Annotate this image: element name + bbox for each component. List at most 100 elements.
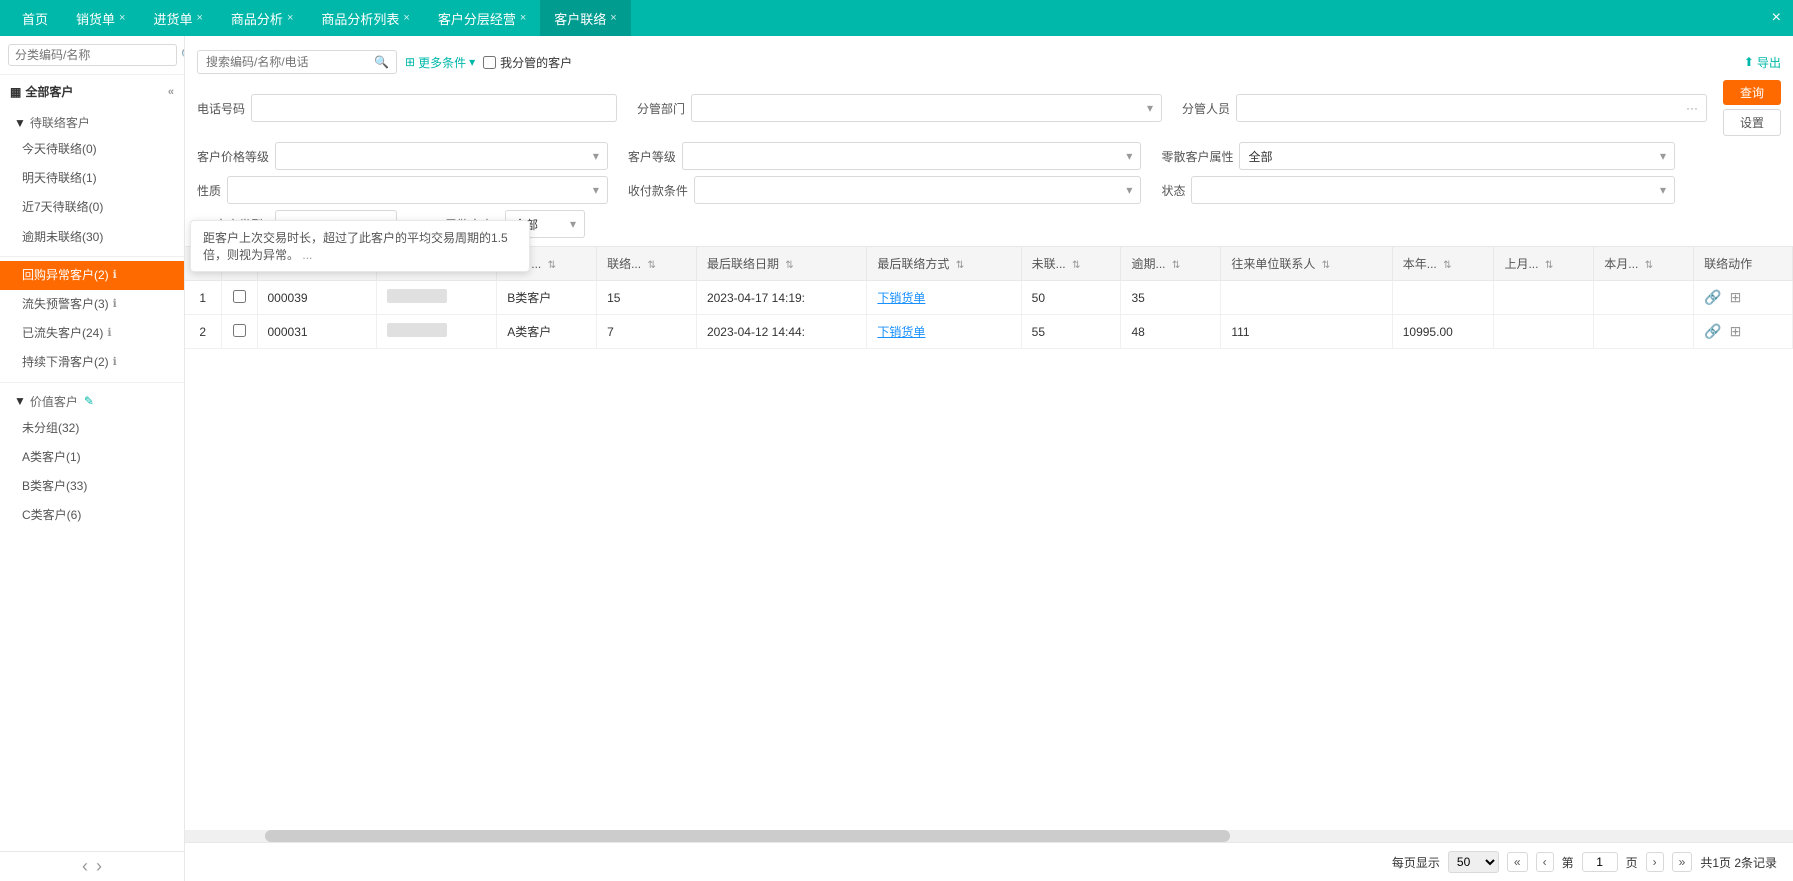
col-overdue[interactable]: 逾期... ⇅ [1121, 247, 1221, 281]
nav-customer-segment[interactable]: 客户分层经营 × [424, 0, 540, 36]
sidebar-nav-left[interactable]: ‹ [82, 856, 88, 877]
sidebar-section-pending[interactable]: ▼ 待联络客户 [0, 108, 184, 135]
next-page-btn[interactable]: › [1646, 852, 1664, 872]
sidebar-item-overdue[interactable]: 逾期未联络(30) [0, 223, 184, 252]
phone-select[interactable] [251, 94, 617, 122]
first-page-btn[interactable]: « [1507, 852, 1528, 872]
cell-method-1[interactable]: 下销货单 [867, 281, 1021, 315]
sidebar-item-today[interactable]: 今天待联络(0) [0, 135, 184, 164]
sidebar-collapse-icon[interactable]: « [168, 86, 174, 98]
sidebar-item-class-a[interactable]: A类客户(1) [0, 443, 184, 472]
nav-customer-contact-close[interactable]: × [610, 12, 616, 24]
sidebar-section-value[interactable]: ▼ 价值客户 ✎ [0, 387, 184, 414]
payment-select[interactable]: ▾ [694, 176, 1142, 204]
nav-product-list[interactable]: 商品分析列表 × [307, 0, 423, 36]
price-level-arrow-icon: ▾ [593, 149, 599, 163]
query-btn[interactable]: 查询 [1723, 80, 1781, 105]
dept-label: 分管部门 [637, 100, 685, 117]
nav-purchase[interactable]: 进货单 × [139, 0, 216, 36]
grid-icon: ▦ [10, 85, 21, 99]
action-phone-icon-2[interactable]: 🔗 [1704, 323, 1721, 340]
category-search-input[interactable] [8, 44, 177, 66]
col-contact[interactable]: 联络... ⇅ [597, 247, 697, 281]
price-level-select[interactable]: ▾ [275, 142, 608, 170]
nav-product-list-close[interactable]: × [403, 12, 409, 24]
nav-home[interactable]: 首页 [8, 0, 62, 36]
cell-check-1[interactable] [221, 281, 257, 315]
sidebar-all-customers[interactable]: ▦ 全部客户 « [0, 75, 184, 108]
table-row: 2 000031 A类客户 7 2023-04-12 14:44: 下销货单 5… [185, 315, 1793, 349]
gender-select[interactable]: ▾ [227, 176, 608, 204]
cell-year-1 [1392, 281, 1494, 315]
nav-sales-close[interactable]: × [119, 12, 125, 24]
info-icon-churned[interactable]: ℹ [107, 325, 111, 343]
field-manager: 分管人员 ··· [1182, 94, 1707, 122]
sidebar-item-7days[interactable]: 近7天待联络(0) [0, 193, 184, 222]
col-last-contact-method[interactable]: 最后联络方式 ⇅ [867, 247, 1021, 281]
sidebar-item-churned[interactable]: 已流失客户(24) ℹ [0, 319, 184, 348]
sidebar-item-ungroup[interactable]: 未分组(32) [0, 414, 184, 443]
settings-btn[interactable]: 设置 [1723, 109, 1781, 136]
dept-select[interactable]: ▾ [691, 94, 1162, 122]
col-unread[interactable]: 未联... ⇅ [1021, 247, 1121, 281]
horizontal-scrollbar[interactable] [185, 830, 1793, 842]
sidebar-item-class-c[interactable]: C类客户(6) [0, 501, 184, 530]
customer-level-select[interactable]: ▾ [682, 142, 1142, 170]
last-page-btn[interactable]: » [1672, 852, 1693, 872]
value-customer-edit-icon[interactable]: ✎ [84, 394, 94, 408]
status-select[interactable]: ▾ [1191, 176, 1675, 204]
my-customer-checkbox-wrap[interactable]: 我分管的客户 [483, 54, 572, 71]
sidebar-item-declining[interactable]: 持续下滑客户(2) ℹ [0, 348, 184, 377]
info-icon-churn[interactable]: ℹ [113, 296, 117, 314]
manager-more-icon[interactable]: ··· [1686, 101, 1698, 115]
sidebar-nav-right[interactable]: › [96, 856, 102, 877]
cell-check-2[interactable] [221, 315, 257, 349]
nav-customer-segment-close[interactable]: × [520, 12, 526, 24]
manager-select[interactable]: ··· [1236, 94, 1707, 122]
main-search-input[interactable] [197, 50, 397, 74]
cell-method-2[interactable]: 下销货单 [867, 315, 1021, 349]
info-icon-rebuy[interactable]: ℹ [113, 267, 117, 285]
main-search-icon[interactable]: 🔍 [374, 55, 389, 69]
info-icon-declining[interactable]: ℹ [113, 354, 117, 372]
scroll-thumb[interactable] [265, 830, 1230, 842]
window-close-btn[interactable]: × [1772, 9, 1781, 27]
filter-icon: ⊞ [405, 55, 415, 69]
payment-arrow-icon: ▾ [1126, 183, 1132, 197]
nav-product-analysis[interactable]: 商品分析 × [217, 0, 307, 36]
nav-customer-contact[interactable]: 客户联络 × [540, 0, 630, 36]
per-page-select[interactable]: 50 20 100 [1448, 851, 1499, 873]
sidebar-body: ▦ 全部客户 « ▼ 待联络客户 今天待联络(0) 明天待联络(1) 近7天待联… [0, 75, 184, 851]
retail-attr-select[interactable]: 全部 ▾ [1239, 142, 1675, 170]
prev-page-btn[interactable]: ‹ [1536, 852, 1554, 872]
sidebar-item-tomorrow[interactable]: 明天待联络(1) [0, 164, 184, 193]
row-checkbox-1[interactable] [233, 290, 246, 303]
my-customer-checkbox[interactable] [483, 56, 496, 69]
col-unit-contact[interactable]: 往来单位联系人 ⇅ [1221, 247, 1392, 281]
action-grid-icon-2[interactable]: ⊞ [1730, 323, 1742, 340]
col-last-contact-date[interactable]: 最后联络日期 ⇅ [696, 247, 866, 281]
filter-row-3: 性质 ▾ 收付款条件 ▾ 状态 [197, 176, 1781, 204]
col-this-year[interactable]: 本年... ⇅ [1392, 247, 1494, 281]
sort-icon-type: ⇅ [548, 260, 556, 271]
more-conditions-btn[interactable]: ⊞ 更多条件 ▾ [405, 54, 475, 71]
sidebar: 🔍 ▦ 全部客户 « ▼ 待联络客户 今天待联络(0) 明天待联络(1) 近7天… [0, 36, 185, 881]
col-this-month[interactable]: 本月... ⇅ [1594, 247, 1694, 281]
sort-icon-last-date: ⇅ [785, 260, 793, 271]
action-grid-icon-1[interactable]: ⊞ [1730, 289, 1742, 306]
sidebar-item-class-b[interactable]: B类客户(33) [0, 472, 184, 501]
row-checkbox-2[interactable] [233, 324, 246, 337]
nav-purchase-close[interactable]: × [196, 12, 202, 24]
filter-btn-group: 查询 设置 [1723, 80, 1781, 136]
action-phone-icon-1[interactable]: 🔗 [1704, 289, 1721, 306]
export-btn[interactable]: ⬆ 导出 [1744, 54, 1781, 71]
cell-code-2: 000031 [257, 315, 377, 349]
nav-sales[interactable]: 销货单 × [62, 0, 139, 36]
col-last-month[interactable]: 上月... ⇅ [1494, 247, 1594, 281]
sidebar-item-churn-warning[interactable]: 流失预警客户(3) ℹ [0, 290, 184, 319]
top-nav: 首页 销货单 × 进货单 × 商品分析 × 商品分析列表 × 客户分层经营 × … [0, 0, 1793, 36]
page-input[interactable] [1582, 852, 1618, 872]
sidebar-item-rebuy-abnormal[interactable]: 回购异常客户(2) ℹ [0, 261, 184, 290]
field-gender: 性质 ▾ [197, 176, 608, 204]
nav-product-analysis-close[interactable]: × [287, 12, 293, 24]
